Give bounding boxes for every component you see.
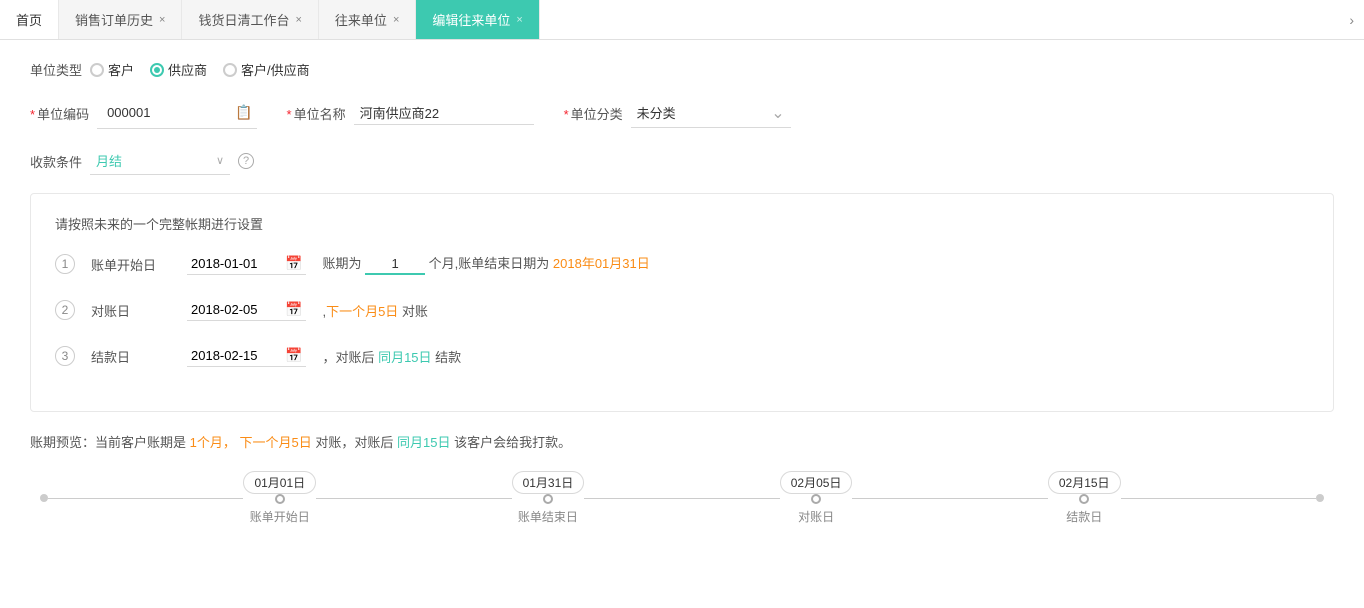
tab-bar: 首页 销售订单历史 × 钱货日清工作台 × 往来单位 × 编辑往来单位 × › xyxy=(0,0,1364,40)
step-3-row: 3 结款日 📅 ，对账后 同月15日 结款 xyxy=(55,345,1309,367)
timeline-line-4 xyxy=(852,498,1047,499)
unit-code-label: *单位编码 xyxy=(30,104,89,123)
unit-type-row: 单位类型 客户 供应商 客户/供应商 xyxy=(30,60,1334,79)
tab-edit-partner[interactable]: 编辑往来单位 × xyxy=(416,0,539,39)
timeline-dot-4 xyxy=(1079,494,1089,504)
category-chevron-icon: ⌄ xyxy=(771,103,784,123)
tab-close-sales[interactable]: × xyxy=(159,14,165,26)
step-2-row: 2 对账日 📅 ,下一个月5日 对账 xyxy=(55,299,1309,321)
timeline-line-5 xyxy=(1121,498,1316,499)
radio-customer[interactable]: 客户 xyxy=(90,60,134,79)
unit-code-input[interactable] xyxy=(101,101,231,124)
step-3-desc: ，对账后 同月15日 结款 xyxy=(322,347,461,366)
preview-p3-teal: 同月15日 xyxy=(397,435,450,450)
preview-text: 账期预览：当前客户账期是 1个月， 下一个月5日 对账，对账后 同月15日 该客… xyxy=(30,432,1334,451)
timeline-end-dot xyxy=(1316,494,1324,502)
timeline-node-4: 02月15日 结款日 xyxy=(1048,471,1121,525)
unit-type-group: 单位类型 客户 供应商 客户/供应商 xyxy=(30,60,310,79)
timeline-date-1: 01月01日 xyxy=(243,471,316,494)
step-1-end-date: 2018年01月31日 xyxy=(553,256,650,271)
step-1-month-input[interactable] xyxy=(365,254,425,275)
timeline-node-2: 01月31日 账单结束日 xyxy=(512,471,585,525)
timeline-node-3: 02月05日 对账日 xyxy=(780,471,853,525)
timeline-sublabel-2: 账单结束日 xyxy=(518,508,578,525)
timeline-line-3 xyxy=(584,498,779,499)
step-3-number: 3 xyxy=(55,346,75,366)
tab-close-cash[interactable]: × xyxy=(295,14,301,26)
radio-customer-circle xyxy=(90,63,104,77)
unit-type-label: 单位类型 xyxy=(30,60,82,79)
step-2-label: 对账日 xyxy=(91,301,171,320)
unit-code-group: *单位编码 📋 xyxy=(30,97,257,129)
step-3-date-wrapper: 📅 xyxy=(187,345,306,367)
tab-partner[interactable]: 往来单位 × xyxy=(319,0,416,39)
step-3-label: 结款日 xyxy=(91,347,171,366)
timeline-line-1 xyxy=(48,498,243,499)
timeline-node-1: 01月01日 账单开始日 xyxy=(243,471,316,525)
tab-cash-work[interactable]: 钱货日清工作台 × xyxy=(182,0,318,39)
step-1-date-input[interactable] xyxy=(191,256,281,271)
preview-section: 账期预览：当前客户账期是 1个月， 下一个月5日 对账，对账后 同月15日 该客… xyxy=(30,432,1334,525)
step-1-desc: 账期为 个月,账单结束日期为 2018年01月31日 xyxy=(322,253,649,275)
radio-both-circle xyxy=(223,63,237,77)
timeline-dot-1 xyxy=(275,494,285,504)
step-1-date-wrapper: 📅 xyxy=(187,253,306,275)
timeline-start-dot xyxy=(40,494,48,502)
unit-type-radios: 客户 供应商 客户/供应商 xyxy=(90,60,310,79)
step-2-desc: ,下一个月5日 对账 xyxy=(322,301,427,320)
unit-name-input[interactable] xyxy=(354,101,534,125)
preview-p2-orange: 下一个月5日 xyxy=(240,435,312,450)
payment-row: 收款条件 月结 ∨ ? xyxy=(30,147,1334,175)
step-2-number: 2 xyxy=(55,300,75,320)
box-title: 请按照未来的一个完整帐期进行设置 xyxy=(55,214,1309,233)
unit-name-group: *单位名称 xyxy=(287,101,534,125)
radio-supplier[interactable]: 供应商 xyxy=(150,60,207,79)
main-content: 单位类型 客户 供应商 客户/供应商 *单位编码 xyxy=(0,40,1364,608)
timeline: 01月01日 账单开始日 01月31日 账单结束日 02月05日 对账日 02月… xyxy=(30,471,1334,525)
unit-code-copy-icon[interactable]: 📋 xyxy=(235,104,252,121)
timeline-line-2 xyxy=(316,498,511,499)
step-3-calendar-icon[interactable]: 📅 xyxy=(285,347,302,364)
unit-category-group: *单位分类 未分类 ⌄ xyxy=(564,99,791,128)
tab-close-edit-partner[interactable]: × xyxy=(516,14,522,26)
payment-chevron-icon: ∨ xyxy=(216,154,224,167)
step-1-row: 1 账单开始日 📅 账期为 个月,账单结束日期为 2018年01月31日 xyxy=(55,253,1309,275)
unit-code-input-wrapper: 📋 xyxy=(97,97,256,129)
timeline-sublabel-3: 对账日 xyxy=(798,508,834,525)
step-3-date-input[interactable] xyxy=(191,348,281,363)
unit-info-row: *单位编码 📋 *单位名称 *单位分类 未分类 ⌄ xyxy=(30,97,1334,129)
preview-p1: 1个月， xyxy=(190,435,236,450)
timeline-date-3: 02月05日 xyxy=(780,471,853,494)
payment-help-icon[interactable]: ? xyxy=(238,153,254,169)
timeline-dot-3 xyxy=(811,494,821,504)
step-1-label: 账单开始日 xyxy=(91,255,171,274)
payment-label: 收款条件 xyxy=(30,152,82,171)
step-2-date-input[interactable] xyxy=(191,302,281,317)
step-2-calendar-icon[interactable]: 📅 xyxy=(285,301,302,318)
timeline-sublabel-4: 结款日 xyxy=(1066,508,1102,525)
radio-supplier-circle xyxy=(150,63,164,77)
timeline-date-4: 02月15日 xyxy=(1048,471,1121,494)
timeline-date-2: 01月31日 xyxy=(512,471,585,494)
radio-both[interactable]: 客户/供应商 xyxy=(223,60,310,79)
tab-overflow-arrow[interactable]: › xyxy=(1339,0,1364,39)
unit-name-label: *单位名称 xyxy=(287,104,346,123)
step-2-highlight: 下一个月5日 xyxy=(326,304,398,319)
step-2-date-wrapper: 📅 xyxy=(187,299,306,321)
timeline-dot-2 xyxy=(543,494,553,504)
tab-home[interactable]: 首页 xyxy=(0,0,59,39)
payment-select[interactable]: 月结 ∨ xyxy=(90,147,230,175)
tab-sales-history[interactable]: 销售订单历史 × xyxy=(59,0,182,39)
payment-group: 收款条件 月结 ∨ ? xyxy=(30,147,254,175)
step-1-number: 1 xyxy=(55,254,75,274)
settings-box: 请按照未来的一个完整帐期进行设置 1 账单开始日 📅 账期为 个月,账单结束日期… xyxy=(30,193,1334,412)
unit-category-label: *单位分类 xyxy=(564,104,623,123)
timeline-sublabel-1: 账单开始日 xyxy=(250,508,310,525)
tab-close-partner[interactable]: × xyxy=(393,14,399,26)
step-1-calendar-icon[interactable]: 📅 xyxy=(285,255,302,272)
step-3-highlight: 同月15日 xyxy=(378,350,431,365)
unit-category-select[interactable]: 未分类 ⌄ xyxy=(631,99,791,128)
